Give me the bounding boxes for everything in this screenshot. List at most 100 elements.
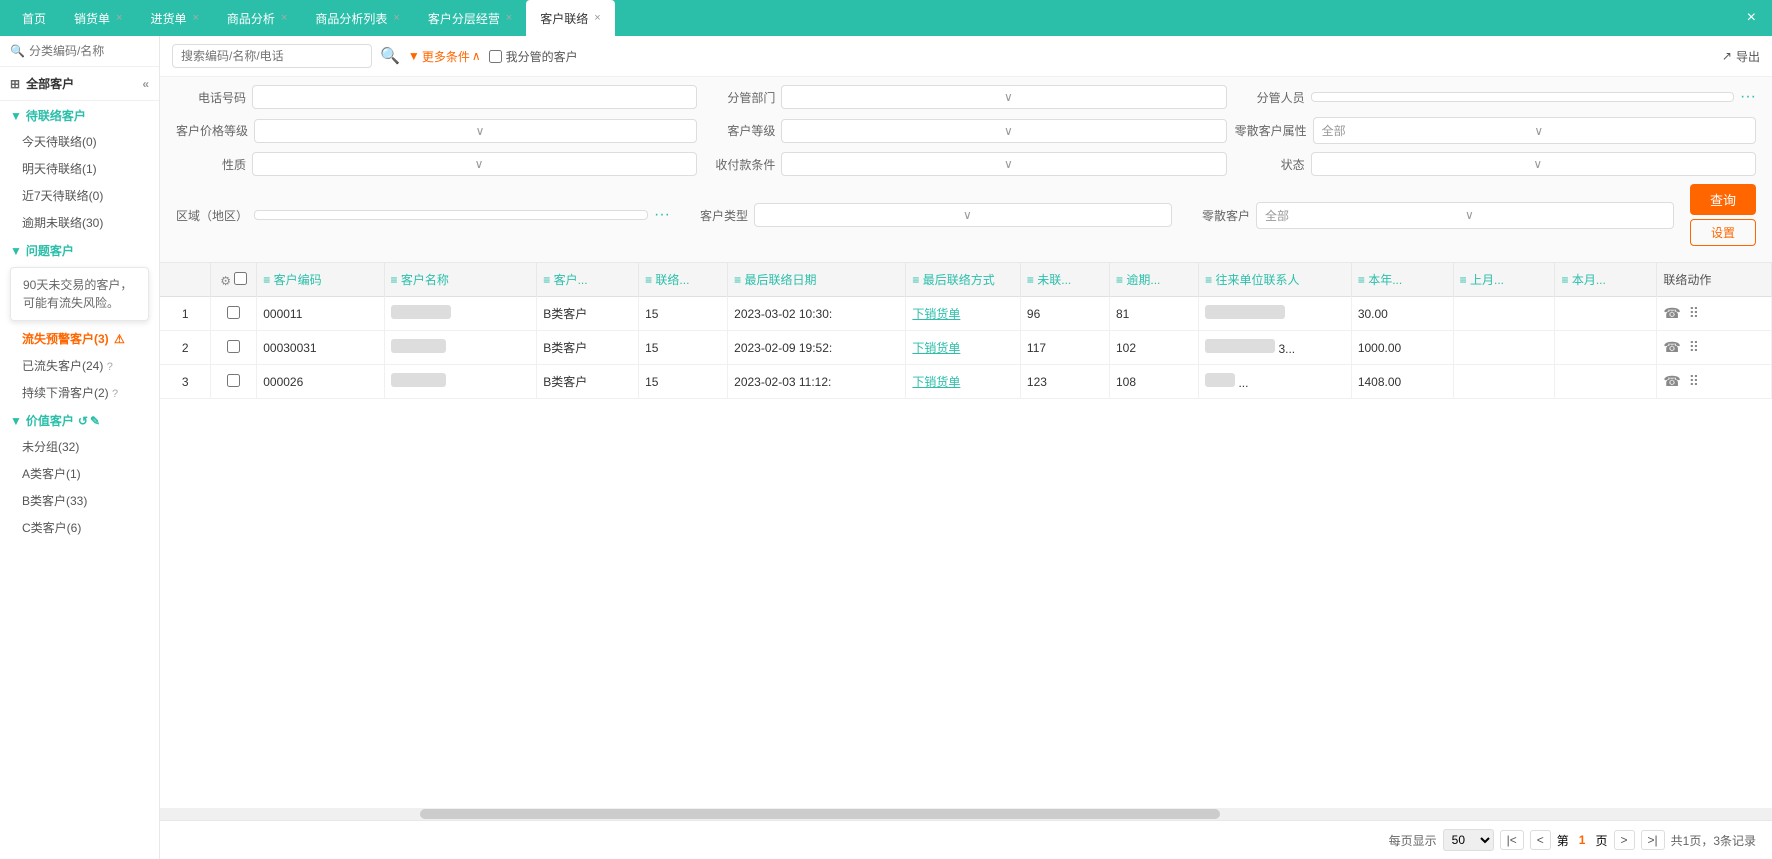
close-icon[interactable]: × bbox=[281, 12, 287, 24]
dept-select[interactable]: ∨ bbox=[781, 85, 1226, 109]
last-way-link[interactable]: 下销货单 bbox=[912, 375, 960, 389]
chevron-down-icon: ∨ bbox=[1534, 124, 1747, 138]
sidebar-item-c-class[interactable]: C类客户(6) bbox=[0, 514, 159, 541]
tab-purchase[interactable]: 进货单 × bbox=[136, 0, 212, 36]
more-actions-icon[interactable]: ⠿ bbox=[1689, 305, 1699, 322]
my-customers-checkbox-label[interactable]: 我分管的客户 bbox=[489, 48, 578, 65]
filter-customer-level: 客户等级 ∨ bbox=[705, 119, 1226, 143]
th-overdue[interactable]: ≡ 逾期... bbox=[1110, 263, 1199, 297]
tab-sales[interactable]: 销货单 × bbox=[60, 0, 136, 36]
page-size-select[interactable]: 50 100 200 bbox=[1443, 829, 1494, 851]
select-all-checkbox[interactable] bbox=[234, 272, 247, 285]
th-last-month[interactable]: ≡ 上月... bbox=[1453, 263, 1555, 297]
sidebar-item-a-class[interactable]: A类客户(1) bbox=[0, 460, 159, 487]
last-way-link[interactable]: 下销货单 bbox=[912, 341, 960, 355]
th-last-date[interactable]: ≡ 最后联络日期 bbox=[728, 263, 906, 297]
sidebar-section-problem[interactable]: ▼ 问题客户 bbox=[0, 236, 159, 263]
my-customers-checkbox[interactable] bbox=[489, 50, 502, 63]
sidebar-section-pending[interactable]: ▼ 待联络客户 bbox=[0, 101, 159, 128]
close-all-icon[interactable]: × bbox=[1739, 9, 1764, 27]
customer-level-select[interactable]: ∨ bbox=[781, 119, 1226, 143]
chevron-down-icon: ∨ bbox=[1004, 90, 1218, 104]
sidebar-item-overdue-contact[interactable]: 逾期未联络(30) bbox=[0, 209, 159, 236]
filter-phone: 电话号码 bbox=[176, 85, 697, 109]
payment-select[interactable]: ∨ bbox=[781, 152, 1226, 176]
contact-icon[interactable]: ☎ bbox=[1663, 339, 1680, 356]
th-unlinked[interactable]: ≡ 未联... bbox=[1020, 263, 1109, 297]
scatter-customer-select[interactable]: 全部 ∨ bbox=[1256, 202, 1674, 229]
close-icon[interactable]: × bbox=[393, 12, 399, 24]
sidebar-item-churn-warning[interactable]: 流失预警客户(3) ⚠ bbox=[0, 325, 159, 352]
next-page-btn[interactable]: > bbox=[1614, 830, 1635, 850]
sidebar-item-declining[interactable]: 持续下滑客户(2) ? bbox=[0, 379, 159, 406]
scrollbar-thumb[interactable] bbox=[420, 809, 1220, 819]
row-code: 000011 bbox=[257, 297, 384, 331]
scatter-attr-select[interactable]: 全部 ∨ bbox=[1313, 117, 1756, 144]
price-level-select[interactable]: ∨ bbox=[254, 119, 697, 143]
export-button[interactable]: ↗ 导出 bbox=[1722, 48, 1760, 65]
th-name[interactable]: ≡ 客户名称 bbox=[384, 263, 537, 297]
chevron-down-icon: ∨ bbox=[475, 157, 689, 171]
customer-type-select[interactable]: ∨ bbox=[754, 203, 1172, 227]
tab-product-analysis[interactable]: 商品分析 × bbox=[213, 0, 301, 36]
th-code[interactable]: ≡ 客户编码 bbox=[257, 263, 384, 297]
tab-customer-contact[interactable]: 客户联络 × bbox=[526, 0, 614, 36]
tab-customer-tier[interactable]: 客户分层经营 × bbox=[414, 0, 526, 36]
th-this-month[interactable]: ≡ 本月... bbox=[1555, 263, 1657, 297]
blurred-name bbox=[391, 373, 446, 387]
row-way: 下销货单 bbox=[906, 297, 1021, 331]
nature-select[interactable]: ∨ bbox=[252, 152, 697, 176]
search-input[interactable] bbox=[172, 44, 372, 68]
row-contact: 15 bbox=[639, 297, 728, 331]
prev-page-btn[interactable]: < bbox=[1530, 830, 1551, 850]
row-checkbox[interactable] bbox=[227, 374, 240, 387]
close-icon[interactable]: × bbox=[116, 12, 122, 24]
more-actions-icon[interactable]: ⠿ bbox=[1689, 373, 1699, 390]
sidebar-item-ungroup[interactable]: 未分组(32) bbox=[0, 433, 159, 460]
row-checkbox[interactable] bbox=[227, 306, 240, 319]
close-icon[interactable]: × bbox=[506, 12, 512, 24]
search-icon: 🔍 bbox=[10, 44, 25, 58]
blurred-person bbox=[1205, 339, 1275, 353]
more-actions-icon[interactable]: ⠿ bbox=[1689, 339, 1699, 356]
th-action: 联络动作 bbox=[1657, 263, 1772, 297]
th-person[interactable]: ≡ 往来单位联系人 bbox=[1199, 263, 1352, 297]
close-icon[interactable]: × bbox=[594, 12, 600, 24]
row-this-month bbox=[1555, 365, 1657, 399]
more-conditions-btn[interactable]: ▼ 更多条件 ∧ bbox=[408, 48, 481, 65]
query-button[interactable]: 查询 bbox=[1690, 184, 1756, 215]
status-select[interactable]: ∨ bbox=[1311, 152, 1756, 176]
filter-region: 区域（地区） ··· bbox=[176, 206, 670, 224]
last-page-btn[interactable]: >| bbox=[1641, 830, 1665, 850]
sidebar-section-value[interactable]: ▼ 价值客户 ↺ ✎ bbox=[0, 406, 159, 433]
sidebar-item-churned[interactable]: 已流失客户(24) ? bbox=[0, 352, 159, 379]
person-select[interactable] bbox=[1311, 92, 1734, 102]
sidebar-all-customers[interactable]: ⊞ 全部客户 « bbox=[0, 67, 159, 101]
th-year[interactable]: ≡ 本年... bbox=[1351, 263, 1453, 297]
row-checkbox[interactable] bbox=[227, 340, 240, 353]
region-select[interactable] bbox=[254, 210, 648, 220]
horizontal-scrollbar[interactable] bbox=[160, 808, 1772, 820]
tab-home[interactable]: 首页 bbox=[8, 0, 60, 36]
close-icon[interactable]: × bbox=[192, 12, 198, 24]
th-last-way[interactable]: ≡ 最后联络方式 bbox=[906, 263, 1021, 297]
more-person-btn[interactable]: ··· bbox=[1740, 88, 1756, 106]
settings-button[interactable]: 设置 bbox=[1690, 219, 1756, 246]
phone-input[interactable] bbox=[252, 85, 697, 109]
sidebar-item-7days[interactable]: 近7天待联络(0) bbox=[0, 182, 159, 209]
sidebar-item-today[interactable]: 今天待联络(0) bbox=[0, 128, 159, 155]
sidebar-item-tomorrow[interactable]: 明天待联络(1) bbox=[0, 155, 159, 182]
th-contact[interactable]: ≡ 联络... bbox=[639, 263, 728, 297]
tab-product-list[interactable]: 商品分析列表 × bbox=[301, 0, 413, 36]
table-settings-icon[interactable]: ⚙ bbox=[220, 274, 231, 288]
more-region-btn[interactable]: ··· bbox=[654, 206, 670, 224]
last-way-link[interactable]: 下销货单 bbox=[912, 307, 960, 321]
first-page-btn[interactable]: |< bbox=[1500, 830, 1524, 850]
contact-icon[interactable]: ☎ bbox=[1663, 373, 1680, 390]
filter-customer-type: 客户类型 ∨ bbox=[678, 203, 1172, 227]
search-button[interactable]: 🔍 bbox=[380, 46, 400, 66]
th-type[interactable]: ≡ 客户... bbox=[537, 263, 639, 297]
contact-icon[interactable]: ☎ bbox=[1663, 305, 1680, 322]
sidebar-search-input[interactable] bbox=[29, 44, 149, 58]
sidebar-item-b-class[interactable]: B类客户(33) bbox=[0, 487, 159, 514]
